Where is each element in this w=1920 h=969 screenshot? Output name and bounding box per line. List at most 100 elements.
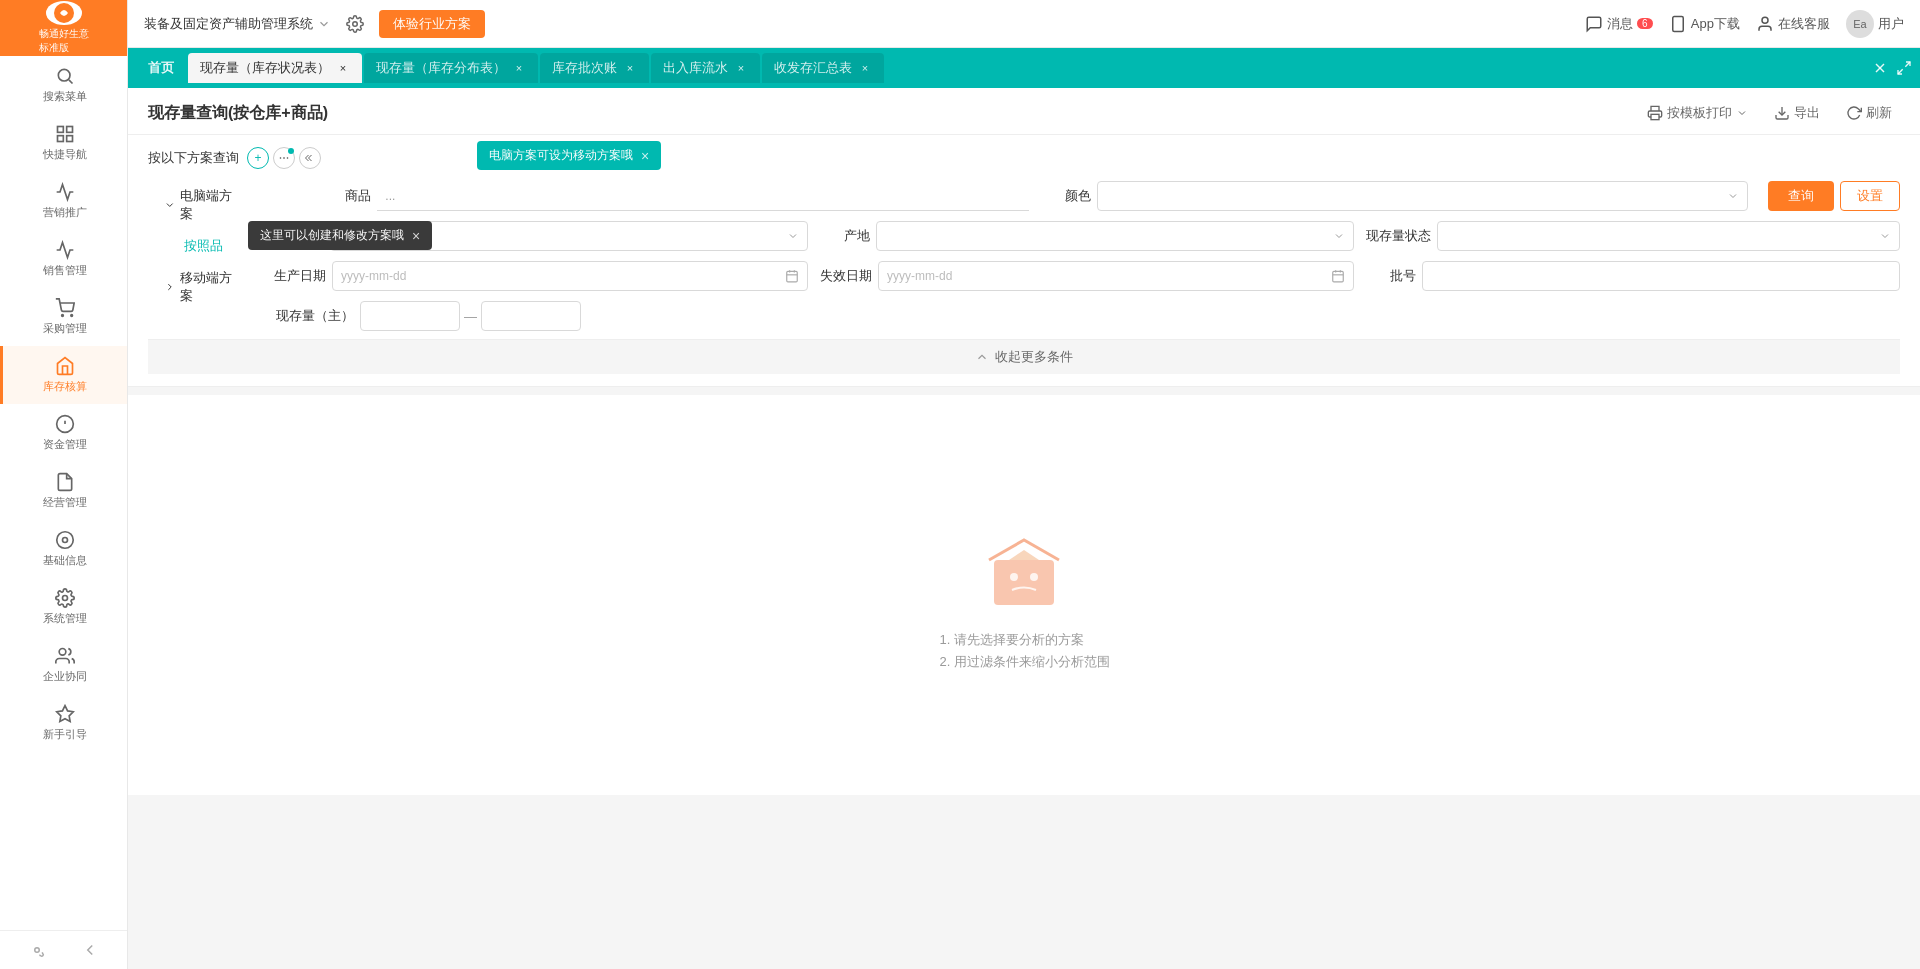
avatar: Ea <box>1846 10 1874 38</box>
filter-section: 按以下方案查询 + 电脑方案可设为移动方案哦 × <box>128 135 1920 387</box>
sidebar-item-quick-nav[interactable]: 快捷导航 <box>0 114 127 172</box>
tooltip-close-1[interactable]: × <box>641 148 649 164</box>
tab-close-summary[interactable]: × <box>858 61 872 75</box>
svg-point-13 <box>63 596 68 601</box>
filter-controls: + 电脑方案可设为移动方案哦 × <box>247 147 321 169</box>
product-select[interactable]: ... <box>377 181 1028 211</box>
tab-inventory-status[interactable]: 现存量（库存状况表） × <box>188 53 362 83</box>
manufacture-date-input[interactable]: yyyy-mm-dd <box>332 261 808 291</box>
chevron-down-icon <box>317 17 331 31</box>
stock-main-from[interactable] <box>360 301 460 331</box>
chevron-down-icon <box>1727 190 1739 202</box>
color-label: 颜色 <box>1041 187 1091 205</box>
sidebar: 畅通好生意 标准版 搜索菜单 快捷导航 营销推广 销售管理 采购管理 库存核算 <box>0 0 128 969</box>
svg-point-16 <box>35 948 40 953</box>
sidebar-item-tutorial[interactable]: 新手引导 <box>0 694 127 752</box>
tab-stock-flow[interactable]: 出入库流水 × <box>651 53 760 83</box>
query-button[interactable]: 查询 <box>1768 181 1834 211</box>
tab-inventory-distribution[interactable]: 现存量（库存分布表） × <box>364 53 538 83</box>
tab-close-flow[interactable]: × <box>734 61 748 75</box>
color-select[interactable] <box>1097 181 1748 211</box>
manufacture-date-label: 生产日期 <box>274 267 326 285</box>
scenario-pc-expand[interactable]: 电脑端方案 <box>148 181 258 229</box>
sidebar-item-purchase[interactable]: 采购管理 <box>0 288 127 346</box>
svg-point-8 <box>71 315 73 317</box>
svg-rect-30 <box>787 271 798 282</box>
sidebar-item-operations[interactable]: 经营管理 <box>0 462 127 520</box>
expiry-date-label: 失效日期 <box>820 267 872 285</box>
origin-select[interactable] <box>876 221 1354 251</box>
tooltip-close-2[interactable]: × <box>412 228 420 244</box>
edit-scenario-button[interactable] <box>273 147 295 169</box>
svg-point-7 <box>62 315 64 317</box>
export-button[interactable]: 导出 <box>1766 100 1828 126</box>
sidebar-item-sales[interactable]: 销售管理 <box>0 230 127 288</box>
fullscreen-icon[interactable] <box>1896 60 1912 76</box>
add-scenario-button[interactable]: + <box>247 147 269 169</box>
tab-close-batch[interactable]: × <box>623 61 637 75</box>
sidebar-item-enterprise[interactable]: 企业协同 <box>0 636 127 694</box>
tab-receipt-summary[interactable]: 收发存汇总表 × <box>762 53 884 83</box>
expiry-date-input[interactable]: yyyy-mm-dd <box>878 261 1354 291</box>
tab-home[interactable]: 首页 <box>136 53 186 83</box>
svg-rect-38 <box>994 560 1054 605</box>
tabs-right-controls <box>1872 60 1912 76</box>
tab-close-distribution[interactable]: × <box>512 61 526 75</box>
filter-field-manufacture-date: 生产日期 yyyy-mm-dd <box>274 261 808 291</box>
filter-row-4: 现存量（主） — <box>274 301 1900 331</box>
nav-menu: 搜索菜单 快捷导航 营销推广 销售管理 采购管理 库存核算 资金管理 经营管理 <box>0 56 127 930</box>
app-name: 畅通好生意 标准版 <box>39 27 89 55</box>
user-info[interactable]: Ea 用户 <box>1846 10 1904 38</box>
batch-input[interactable] <box>1422 261 1900 291</box>
sidebar-item-search-menu[interactable]: 搜索菜单 <box>0 56 127 114</box>
header-right: 消息 6 App下载 在线客服 Ea 用户 <box>1585 10 1904 38</box>
sidebar-item-inventory[interactable]: 库存核算 <box>0 346 127 404</box>
back-scenario-button[interactable] <box>299 147 321 169</box>
sidebar-item-basic[interactable]: 基础信息 <box>0 520 127 578</box>
filter-field-product: 商品 ... <box>321 181 1028 211</box>
empty-illustration <box>974 515 1074 615</box>
page-actions: 按模板打印 导出 刷新 <box>1639 100 1900 126</box>
system-name: 装备及固定资产辅助管理系统 <box>144 15 313 33</box>
svg-marker-15 <box>57 706 74 722</box>
tab-close-inventory-status[interactable]: × <box>336 61 350 75</box>
batch-label: 批号 <box>1366 267 1416 285</box>
page-header: 现存量查询(按仓库+商品) 按模板打印 导出 刷新 <box>128 88 1920 135</box>
svg-point-27 <box>284 158 285 159</box>
collapse-more-button[interactable]: 收起更多条件 <box>148 339 1900 374</box>
origin-label: 产地 <box>820 227 870 245</box>
system-name-select[interactable]: 装备及固定资产辅助管理系统 <box>144 15 331 33</box>
stock-status-select[interactable] <box>1437 221 1900 251</box>
svg-point-28 <box>287 158 288 159</box>
scenario-mobile-expand[interactable]: 移动端方案 <box>148 263 258 311</box>
svg-rect-3 <box>58 127 64 133</box>
scenario-item-product[interactable]: 按照品 <box>168 229 258 263</box>
set-button[interactable]: 设置 <box>1840 181 1900 211</box>
scenarios-area: 电脑端方案 按照品 移动端方案 这里可以创建和修改方案哦 × <box>148 181 1900 331</box>
refresh-button[interactable]: 刷新 <box>1838 100 1900 126</box>
logo-icon <box>46 1 82 25</box>
stock-main-to[interactable] <box>481 301 581 331</box>
sidebar-item-marketing[interactable]: 营销推广 <box>0 172 127 230</box>
trial-button[interactable]: 体验行业方案 <box>379 10 485 38</box>
sidebar-item-system[interactable]: 系统管理 <box>0 578 127 636</box>
close-all-tabs-icon[interactable] <box>1872 60 1888 76</box>
print-button[interactable]: 按模板打印 <box>1639 100 1756 126</box>
svg-rect-4 <box>67 127 73 133</box>
tab-inventory-batch[interactable]: 库存批次账 × <box>540 53 649 83</box>
svg-rect-34 <box>1333 271 1344 282</box>
message-button[interactable]: 消息 6 <box>1585 15 1653 33</box>
sidebar-footer <box>0 930 127 969</box>
page-content: 现存量查询(按仓库+商品) 按模板打印 导出 刷新 <box>128 88 1920 969</box>
header-left: 装备及固定资产辅助管理系统 体验行业方案 <box>144 10 485 38</box>
filter-row-3: 生产日期 yyyy-mm-dd 失效日期 yyyy-mm-dd <box>274 261 1900 291</box>
collapse-icon[interactable] <box>81 941 99 959</box>
main-content: 装备及固定资产辅助管理系统 体验行业方案 消息 6 App下载 在线客服 <box>128 0 1920 969</box>
svg-point-20 <box>1762 17 1768 23</box>
sidebar-item-finance[interactable]: 资金管理 <box>0 404 127 462</box>
online-service-button[interactable]: 在线客服 <box>1756 15 1830 33</box>
app-download-button[interactable]: App下载 <box>1669 15 1740 33</box>
settings-button[interactable] <box>341 10 369 38</box>
settings-icon[interactable] <box>28 941 46 959</box>
empty-icon <box>974 515 1074 615</box>
